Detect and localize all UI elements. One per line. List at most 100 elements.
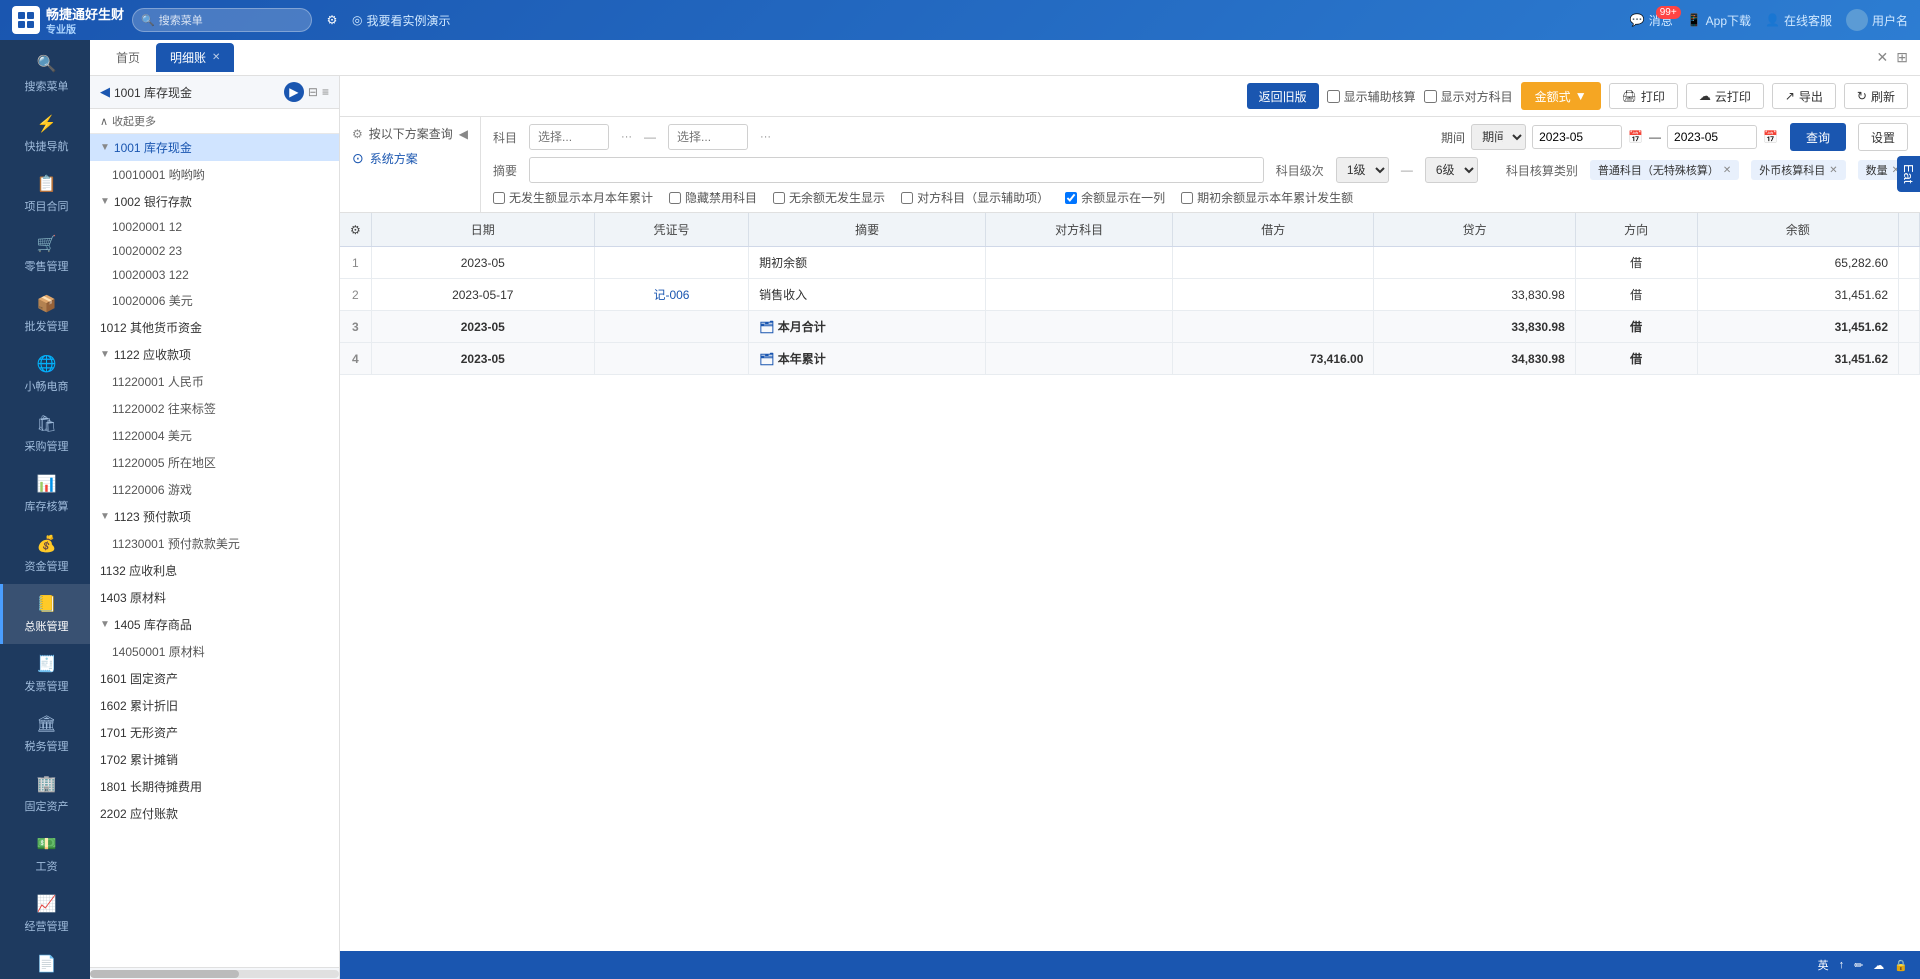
collapse-more-btn[interactable]: ∧ 收起更多 — [90, 109, 339, 134]
message-btn[interactable]: 💬 消息 99+ — [1630, 12, 1673, 29]
tree-item-1403[interactable]: 1403 原材料 — [90, 584, 339, 611]
status-btn-arrow[interactable]: ↑ — [1839, 959, 1845, 971]
cb-opening-input[interactable] — [1181, 192, 1193, 204]
period-end-input[interactable] — [1667, 125, 1757, 149]
show-helper-input[interactable] — [1327, 90, 1340, 103]
sidebar-item-project[interactable]: 📋 项目合同 — [0, 164, 90, 224]
sort-icon[interactable]: ≡ — [322, 85, 329, 99]
online-service-btn[interactable]: 👤 在线客服 — [1765, 12, 1832, 29]
subject-type-tag-1-close[interactable]: ✕ — [1723, 165, 1731, 176]
tree-item-10020003[interactable]: 10020003 122 — [90, 263, 339, 287]
view-icon[interactable]: ⊟ — [308, 85, 318, 99]
cb-balance-col[interactable]: 余额显示在一列 — [1065, 189, 1165, 206]
subject-more-btn[interactable]: ··· — [621, 131, 632, 143]
cb-opposite-input[interactable] — [901, 192, 913, 204]
period-start-input[interactable] — [1532, 125, 1622, 149]
left-panel-scrollbar[interactable] — [90, 967, 339, 979]
system-plan[interactable]: ⊙ 系统方案 — [352, 150, 468, 167]
tree-item-11220005[interactable]: 11220005 所在地区 — [90, 449, 339, 476]
cb-hide-disabled-input[interactable] — [669, 192, 681, 204]
tree-item-1122[interactable]: ▼ 1122 应收款项 — [90, 341, 339, 368]
subject-type-tag-2-close[interactable]: ✕ — [1829, 165, 1837, 176]
tab-ledger[interactable]: 明细账 ✕ — [156, 43, 234, 72]
date-picker-icon-1[interactable]: 📅 — [1628, 130, 1643, 144]
window-close-btn[interactable]: ✕ — [1877, 49, 1889, 66]
tree-item-2202[interactable]: 2202 应付账款 — [90, 800, 339, 827]
tree-item-11220002[interactable]: 11220002 往来标签 — [90, 395, 339, 422]
tree-item-10020001[interactable]: 10020001 12 — [90, 215, 339, 239]
tree-item-11220004[interactable]: 11220004 美元 — [90, 422, 339, 449]
cb-opening[interactable]: 期初余额显示本年累计发生额 — [1181, 189, 1353, 206]
sidebar-item-nav[interactable]: ⚡ 快捷导航 — [0, 104, 90, 164]
sidebar-item-fund[interactable]: 💰 资金管理 — [0, 524, 90, 584]
status-btn-cloud[interactable]: ☁ — [1873, 959, 1884, 972]
tree-item-10020006[interactable]: 10020006 美元 — [90, 287, 339, 314]
tab-home[interactable]: 首页 — [102, 43, 154, 72]
cb-no-occur[interactable]: 无发生额显示本月本年累计 — [493, 189, 653, 206]
show-opposite-input[interactable] — [1424, 90, 1437, 103]
display-mode-btn[interactable]: 金额式 ▼ — [1521, 82, 1601, 110]
window-maximize-btn[interactable]: ⊞ — [1896, 49, 1908, 66]
show-opposite-checkbox[interactable]: 显示对方科目 — [1424, 88, 1513, 105]
sidebar-item-purchase[interactable]: 🛍 采购管理 — [0, 404, 90, 464]
sidebar-item-retail[interactable]: 🛒 零售管理 — [0, 224, 90, 284]
sidebar-item-assets[interactable]: 🏢 固定资产 — [0, 764, 90, 824]
tree-item-10020002[interactable]: 10020002 23 — [90, 239, 339, 263]
period-type-select[interactable]: 期间 — [1471, 124, 1526, 150]
print-btn[interactable]: 🖨 打印 — [1609, 83, 1678, 109]
demo-link[interactable]: ◎ 我要看实例演示 — [352, 12, 451, 29]
sidebar-item-wholesale[interactable]: 📦 批发管理 — [0, 284, 90, 344]
status-btn-edit[interactable]: ✏ — [1854, 959, 1863, 972]
voucher-link-2[interactable]: 记-006 — [653, 288, 689, 302]
show-helper-checkbox[interactable]: 显示辅助核算 — [1327, 88, 1416, 105]
tree-item-1012[interactable]: 1012 其他货币资金 — [90, 314, 339, 341]
account-nav-btn[interactable]: ▶ — [284, 82, 304, 102]
query-btn[interactable]: 查询 — [1790, 123, 1846, 151]
refresh-btn[interactable]: ↻ 刷新 — [1844, 83, 1908, 109]
tree-item-1405[interactable]: ▼ 1405 库存商品 — [90, 611, 339, 638]
cb-hide-disabled[interactable]: 隐藏禁用科目 — [669, 189, 757, 206]
user-menu[interactable]: 用户名 — [1846, 9, 1908, 31]
cb-balance-col-input[interactable] — [1065, 192, 1077, 204]
tree-item-1002[interactable]: ▼ 1002 银行存款 — [90, 188, 339, 215]
cloud-print-btn[interactable]: ☁ 云打印 — [1686, 83, 1764, 109]
query-settings-icon[interactable]: ⚙ — [352, 127, 363, 141]
sidebar-item-ecommerce[interactable]: 🌐 小畅电商 — [0, 344, 90, 404]
subject-more-btn-2[interactable]: ··· — [760, 131, 771, 143]
sidebar-item-inventory[interactable]: 📊 库存核算 — [0, 464, 90, 524]
sidebar-item-operation[interactable]: 📈 经营管理 — [0, 884, 90, 944]
tree-item-1801[interactable]: 1801 长期待摊费用 — [90, 773, 339, 800]
status-btn-lock[interactable]: 🔒 — [1894, 959, 1908, 972]
sidebar-item-tax[interactable]: 🏛 税务管理 — [0, 704, 90, 764]
subject-level-to-select[interactable]: 6级 — [1425, 157, 1478, 183]
export-btn[interactable]: ↗ 导出 — [1772, 83, 1836, 109]
back-old-version-btn[interactable]: 返回旧版 — [1247, 83, 1319, 109]
setting-btn[interactable]: 设置 — [1858, 123, 1908, 151]
tree-item-1001[interactable]: ▼ 1001 库存现金 — [90, 134, 339, 161]
tree-item-10010001[interactable]: 10010001 哟哟哟 — [90, 161, 339, 188]
cb-no-occur-input[interactable] — [493, 192, 505, 204]
tree-item-1123[interactable]: ▼ 1123 预付款项 — [90, 503, 339, 530]
settings-icon[interactable]: ⚙ — [320, 8, 344, 32]
subject-level-from-select[interactable]: 1级 2级 3级 — [1336, 157, 1389, 183]
date-picker-icon-2[interactable]: 📅 — [1763, 130, 1778, 144]
tree-item-11220001[interactable]: 11220001 人民币 — [90, 368, 339, 395]
tree-item-1132[interactable]: 1132 应收利息 — [90, 557, 339, 584]
cb-no-balance[interactable]: 无余额无发生显示 — [773, 189, 885, 206]
sidebar-item-salary[interactable]: 💵 工资 — [0, 824, 90, 884]
tree-item-11230001[interactable]: 11230001 预付款款美元 — [90, 530, 339, 557]
search-box[interactable]: 🔍 搜索菜单 — [132, 8, 312, 32]
sidebar-item-search[interactable]: 🔍 搜索菜单 — [0, 44, 90, 104]
tree-item-1702[interactable]: 1702 累计摊销 — [90, 746, 339, 773]
sidebar-item-invoice[interactable]: 🧾 发票管理 — [0, 644, 90, 704]
status-btn-lang[interactable]: 英 — [1818, 957, 1829, 973]
cb-opposite[interactable]: 对方科目（显示辅助项） — [901, 189, 1049, 206]
subject-input-to[interactable] — [668, 124, 748, 150]
cb-no-balance-input[interactable] — [773, 192, 785, 204]
sidebar-item-sales-report[interactable]: 📄 小畅报销 — [0, 944, 90, 979]
sidebar-item-accounting[interactable]: 📒 总账管理 — [0, 584, 90, 644]
tab-ledger-close[interactable]: ✕ — [212, 52, 220, 63]
tree-item-1701[interactable]: 1701 无形资产 — [90, 719, 339, 746]
summary-input[interactable] — [529, 157, 1264, 183]
collapse-filter-btn[interactable]: ◀ — [459, 127, 468, 141]
